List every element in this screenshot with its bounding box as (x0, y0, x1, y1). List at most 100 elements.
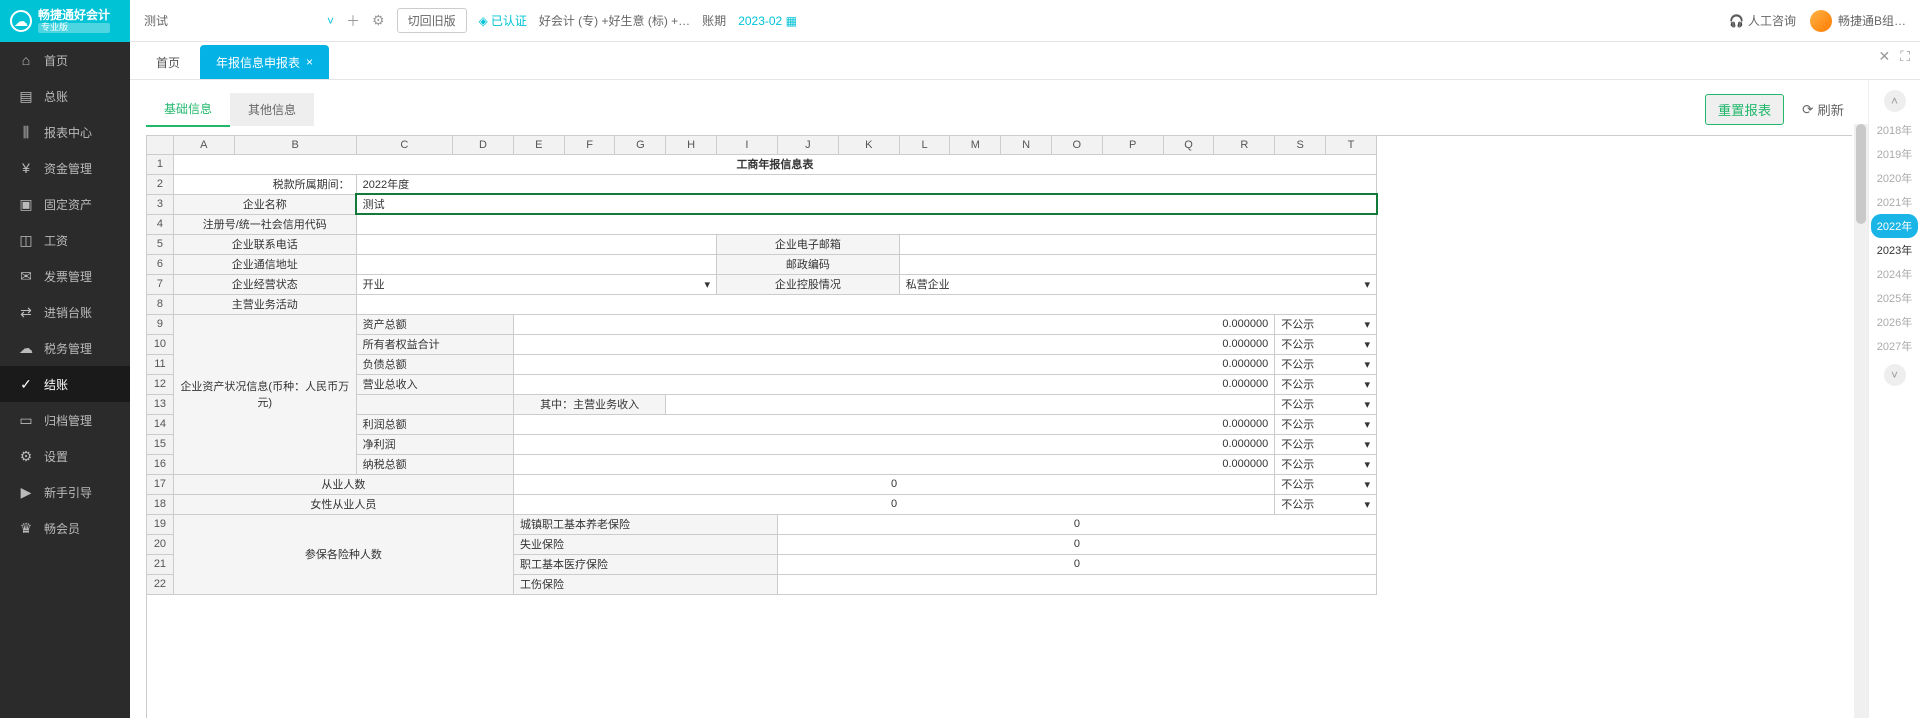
disclose-select[interactable]: 不公示▾ (1275, 494, 1377, 514)
row-number[interactable]: 19 (147, 514, 173, 534)
col-header[interactable]: S (1275, 136, 1326, 154)
disclose-select[interactable]: 不公示▾ (1275, 414, 1377, 434)
metric-value[interactable]: 0.000000 (513, 454, 1274, 474)
metric-value[interactable]: 0.000000 (513, 434, 1274, 454)
addr-value[interactable] (356, 254, 716, 274)
ins-value[interactable]: 0 (777, 554, 1376, 574)
year-item[interactable]: 2024年 (1871, 262, 1918, 286)
col-header[interactable]: H (666, 136, 717, 154)
nav-item-0[interactable]: ⌂首页 (0, 42, 130, 78)
disclose-select[interactable]: 不公示▾ (1275, 394, 1377, 414)
col-header[interactable]: J (777, 136, 838, 154)
col-header[interactable]: L (899, 136, 950, 154)
row-number[interactable]: 16 (147, 454, 173, 474)
col-header[interactable]: I (716, 136, 777, 154)
nav-item-3[interactable]: ¥资金管理 (0, 150, 130, 186)
row-number[interactable]: 9 (147, 314, 173, 334)
company-value[interactable]: 测试 (356, 194, 1376, 214)
disclose-select[interactable]: 不公示▾ (1275, 334, 1377, 354)
mainbiz-value[interactable] (356, 294, 1376, 314)
year-item[interactable]: 2026年 (1871, 310, 1918, 334)
ins-value[interactable]: 0 (777, 534, 1376, 554)
phone-value[interactable] (356, 234, 716, 254)
holding-select[interactable]: 私营企业▾ (899, 274, 1376, 294)
col-header[interactable]: E (513, 136, 564, 154)
nav-item-7[interactable]: ⇄进销台账 (0, 294, 130, 330)
row-number[interactable]: 8 (147, 294, 173, 314)
nav-item-12[interactable]: ▶新手引导 (0, 474, 130, 510)
metric-value[interactable]: 0.000000 (513, 314, 1274, 334)
disclose-select[interactable]: 不公示▾ (1275, 374, 1377, 394)
period-select[interactable]: 2023-02 ▦ (738, 14, 797, 28)
disclose-select[interactable]: 不公示▾ (1275, 454, 1377, 474)
switch-old-button[interactable]: 切回旧版 (397, 8, 467, 33)
nav-item-1[interactable]: ▤总账 (0, 78, 130, 114)
year-item[interactable]: 2023年 (1871, 238, 1918, 262)
col-header[interactable]: B (234, 136, 356, 154)
year-item[interactable]: 2021年 (1871, 190, 1918, 214)
row-number[interactable]: 17 (147, 474, 173, 494)
nav-item-11[interactable]: ⚙设置 (0, 438, 130, 474)
col-header[interactable]: G (615, 136, 666, 154)
row-number[interactable]: 6 (147, 254, 173, 274)
tab-annual-report[interactable]: 年报信息申报表 × (200, 45, 329, 79)
year-up-button[interactable]: ˄ (1884, 90, 1906, 112)
female-value[interactable]: 0 (513, 494, 1274, 514)
row-number[interactable]: 20 (147, 534, 173, 554)
col-header[interactable]: M (950, 136, 1001, 154)
refresh-button[interactable]: ⟳ 刷新 (1794, 95, 1852, 124)
row-number[interactable]: 1 (147, 154, 173, 174)
scrollbar-thumb[interactable] (1856, 124, 1866, 224)
year-item[interactable]: 2025年 (1871, 286, 1918, 310)
nav-item-9[interactable]: ✓结账 (0, 366, 130, 402)
col-header[interactable]: Q (1163, 136, 1214, 154)
metric-value[interactable]: 0.000000 (513, 414, 1274, 434)
year-down-button[interactable]: ˅ (1884, 364, 1906, 386)
metric-value[interactable]: 0.000000 (513, 334, 1274, 354)
year-item[interactable]: 2020年 (1871, 166, 1918, 190)
nav-item-10[interactable]: ▭归档管理 (0, 402, 130, 438)
row-number[interactable]: 5 (147, 234, 173, 254)
fullscreen-icon[interactable]: ⛶ (1900, 48, 1910, 65)
row-number[interactable]: 21 (147, 554, 173, 574)
user-menu[interactable]: 畅捷通B组… (1810, 10, 1906, 32)
nav-item-8[interactable]: ☁税务管理 (0, 330, 130, 366)
status-select[interactable]: 开业▾ (356, 274, 716, 294)
row-number[interactable]: 12 (147, 374, 173, 394)
row-number[interactable]: 22 (147, 574, 173, 594)
subtab-basic[interactable]: 基础信息 (146, 92, 230, 127)
nav-item-2[interactable]: ⫼报表中心 (0, 114, 130, 150)
reg-value[interactable] (356, 214, 1376, 234)
spreadsheet[interactable]: ABCDEFGHIJKLMNOPQRST 1工商年报信息表2税款所属期间：202… (146, 135, 1852, 718)
year-item[interactable]: 2027年 (1871, 334, 1918, 358)
service-link[interactable]: 🎧 人工咨询 (1729, 12, 1796, 29)
row-number[interactable]: 14 (147, 414, 173, 434)
subtab-other[interactable]: 其他信息 (230, 93, 314, 126)
rev-main-value[interactable] (666, 394, 1275, 414)
row-number[interactable]: 4 (147, 214, 173, 234)
close-all-icon[interactable]: ✕ (1878, 48, 1890, 65)
col-header[interactable]: O (1051, 136, 1102, 154)
col-header[interactable]: K (838, 136, 899, 154)
row-number[interactable]: 11 (147, 354, 173, 374)
col-header[interactable] (147, 136, 173, 154)
ins-value[interactable] (777, 574, 1376, 594)
nav-item-5[interactable]: ◫工资 (0, 222, 130, 258)
col-header[interactable]: R (1214, 136, 1275, 154)
metric-value[interactable]: 0.000000 (513, 354, 1274, 374)
close-icon[interactable]: × (306, 55, 313, 69)
row-number[interactable]: 10 (147, 334, 173, 354)
year-item[interactable]: 2022年 (1871, 214, 1918, 238)
post-value[interactable] (899, 254, 1376, 274)
row-number[interactable]: 15 (147, 434, 173, 454)
row-number[interactable]: 2 (147, 174, 173, 194)
nav-item-4[interactable]: ▣固定资产 (0, 186, 130, 222)
nav-item-13[interactable]: ♛畅会员 (0, 510, 130, 546)
col-header[interactable]: D (453, 136, 514, 154)
company-select[interactable]: 测试 ˅ (144, 12, 334, 29)
row-number[interactable]: 18 (147, 494, 173, 514)
disclose-select[interactable]: 不公示▾ (1275, 434, 1377, 454)
row-number[interactable]: 3 (147, 194, 173, 214)
row-number[interactable]: 13 (147, 394, 173, 414)
col-header[interactable]: F (564, 136, 615, 154)
